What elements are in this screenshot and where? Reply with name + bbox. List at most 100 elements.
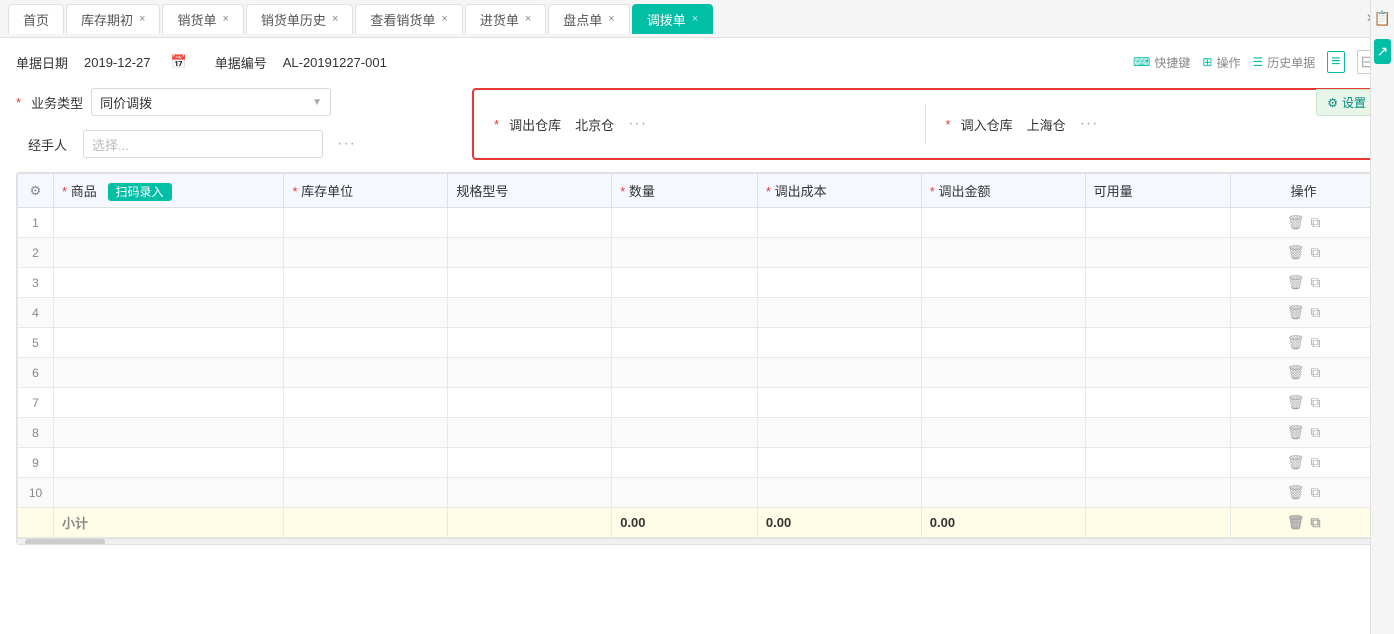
settings-button[interactable]: ⚙ 设置 bbox=[1316, 89, 1377, 116]
row-qty-8[interactable] bbox=[612, 418, 758, 448]
tab-sales-order-close[interactable]: × bbox=[222, 13, 228, 25]
copy-icon-5[interactable]: ⧉ bbox=[1311, 334, 1321, 351]
delete-icon-8[interactable]: 🗑 bbox=[1287, 424, 1305, 441]
row-cost-2[interactable] bbox=[757, 238, 921, 268]
row-qty-3[interactable] bbox=[612, 268, 758, 298]
delete-icon-6[interactable]: 🗑 bbox=[1287, 364, 1305, 381]
row-unit-9[interactable] bbox=[284, 448, 448, 478]
row-amount-3[interactable] bbox=[921, 268, 1085, 298]
th-gear[interactable]: ⚙ bbox=[18, 174, 54, 208]
delete-icon-3[interactable]: 🗑 bbox=[1287, 274, 1305, 291]
delete-icon-4[interactable]: 🗑 bbox=[1287, 304, 1305, 321]
operations-button[interactable]: ⊞ 操作 bbox=[1202, 54, 1240, 71]
row-qty-10[interactable] bbox=[612, 478, 758, 508]
row-available-3[interactable] bbox=[1085, 268, 1231, 298]
delete-icon-5[interactable]: 🗑 bbox=[1287, 334, 1305, 351]
copy-icon-6[interactable]: ⧉ bbox=[1311, 364, 1321, 381]
row-product-1[interactable] bbox=[54, 208, 284, 238]
row-spec-5[interactable] bbox=[448, 328, 612, 358]
row-spec-1[interactable] bbox=[448, 208, 612, 238]
row-spec-10[interactable] bbox=[448, 478, 612, 508]
row-unit-8[interactable] bbox=[284, 418, 448, 448]
row-product-8[interactable] bbox=[54, 418, 284, 448]
row-amount-2[interactable] bbox=[921, 238, 1085, 268]
subtotal-delete-icon[interactable]: 🗑 bbox=[1287, 514, 1305, 531]
tab-purchase-order[interactable]: 进货单 × bbox=[465, 4, 546, 34]
row-cost-8[interactable] bbox=[757, 418, 921, 448]
delete-icon-1[interactable]: 🗑 bbox=[1287, 214, 1305, 231]
row-cost-6[interactable] bbox=[757, 358, 921, 388]
tab-view-sales[interactable]: 查看销货单 × bbox=[355, 4, 462, 34]
delete-icon-2[interactable]: 🗑 bbox=[1287, 244, 1305, 261]
row-amount-10[interactable] bbox=[921, 478, 1085, 508]
delete-icon-10[interactable]: 🗑 bbox=[1287, 484, 1305, 501]
scrollbar-thumb[interactable] bbox=[25, 539, 105, 545]
row-spec-3[interactable] bbox=[448, 268, 612, 298]
row-available-2[interactable] bbox=[1085, 238, 1231, 268]
scan-entry-button[interactable]: 扫码录入 bbox=[108, 183, 172, 201]
copy-icon-9[interactable]: ⧉ bbox=[1311, 454, 1321, 471]
row-spec-6[interactable] bbox=[448, 358, 612, 388]
row-product-3[interactable] bbox=[54, 268, 284, 298]
row-amount-5[interactable] bbox=[921, 328, 1085, 358]
business-type-input[interactable]: 同价调拨 ▼ bbox=[91, 88, 331, 116]
row-amount-7[interactable] bbox=[921, 388, 1085, 418]
shortcuts-button[interactable]: ⌨ 快捷键 bbox=[1133, 54, 1190, 71]
tab-inventory-init-close[interactable]: × bbox=[139, 13, 145, 25]
row-product-9[interactable] bbox=[54, 448, 284, 478]
row-product-7[interactable] bbox=[54, 388, 284, 418]
row-qty-6[interactable] bbox=[612, 358, 758, 388]
row-qty-5[interactable] bbox=[612, 328, 758, 358]
right-panel-expand-icon[interactable]: ↗ bbox=[1374, 39, 1392, 64]
row-available-5[interactable] bbox=[1085, 328, 1231, 358]
row-product-10[interactable] bbox=[54, 478, 284, 508]
row-amount-6[interactable] bbox=[921, 358, 1085, 388]
history-button[interactable]: ☰ 历史单据 bbox=[1252, 54, 1315, 71]
tab-purchase-order-close[interactable]: × bbox=[525, 13, 531, 25]
row-qty-9[interactable] bbox=[612, 448, 758, 478]
tab-view-sales-close[interactable]: × bbox=[441, 13, 447, 25]
copy-icon-1[interactable]: ⧉ bbox=[1311, 214, 1321, 231]
row-cost-5[interactable] bbox=[757, 328, 921, 358]
delete-icon-7[interactable]: 🗑 bbox=[1287, 394, 1305, 411]
copy-icon-8[interactable]: ⧉ bbox=[1311, 424, 1321, 441]
row-amount-9[interactable] bbox=[921, 448, 1085, 478]
row-unit-10[interactable] bbox=[284, 478, 448, 508]
row-qty-1[interactable] bbox=[612, 208, 758, 238]
row-spec-8[interactable] bbox=[448, 418, 612, 448]
calendar-icon[interactable]: 📅 bbox=[171, 54, 187, 70]
delete-icon-9[interactable]: 🗑 bbox=[1287, 454, 1305, 471]
row-amount-8[interactable] bbox=[921, 418, 1085, 448]
row-unit-2[interactable] bbox=[284, 238, 448, 268]
tab-sales-history-close[interactable]: × bbox=[332, 13, 338, 25]
row-spec-7[interactable] bbox=[448, 388, 612, 418]
copy-icon-2[interactable]: ⧉ bbox=[1311, 244, 1321, 261]
row-unit-5[interactable] bbox=[284, 328, 448, 358]
row-amount-1[interactable] bbox=[921, 208, 1085, 238]
row-product-4[interactable] bbox=[54, 298, 284, 328]
row-available-6[interactable] bbox=[1085, 358, 1231, 388]
row-cost-9[interactable] bbox=[757, 448, 921, 478]
row-available-10[interactable] bbox=[1085, 478, 1231, 508]
row-cost-3[interactable] bbox=[757, 268, 921, 298]
row-available-1[interactable] bbox=[1085, 208, 1231, 238]
copy-icon-10[interactable]: ⧉ bbox=[1311, 484, 1321, 501]
copy-icon-3[interactable]: ⧉ bbox=[1311, 274, 1321, 291]
row-cost-1[interactable] bbox=[757, 208, 921, 238]
copy-icon-4[interactable]: ⧉ bbox=[1311, 304, 1321, 321]
row-spec-2[interactable] bbox=[448, 238, 612, 268]
row-available-9[interactable] bbox=[1085, 448, 1231, 478]
subtotal-copy-icon[interactable]: ⧉ bbox=[1311, 514, 1321, 531]
transfer-out-more-button[interactable]: ··· bbox=[628, 115, 647, 133]
view-toggle-list[interactable]: ≡ bbox=[1327, 51, 1344, 73]
row-cost-10[interactable] bbox=[757, 478, 921, 508]
tab-home[interactable]: 首页 bbox=[8, 4, 64, 34]
row-product-2[interactable] bbox=[54, 238, 284, 268]
row-cost-4[interactable] bbox=[757, 298, 921, 328]
row-available-4[interactable] bbox=[1085, 298, 1231, 328]
row-unit-1[interactable] bbox=[284, 208, 448, 238]
tab-inventory-init[interactable]: 库存期初 × bbox=[66, 4, 160, 34]
copy-icon-7[interactable]: ⧉ bbox=[1311, 394, 1321, 411]
person-more-button[interactable]: ··· bbox=[337, 135, 356, 153]
tab-transfer[interactable]: 调拨单 × bbox=[632, 4, 713, 34]
